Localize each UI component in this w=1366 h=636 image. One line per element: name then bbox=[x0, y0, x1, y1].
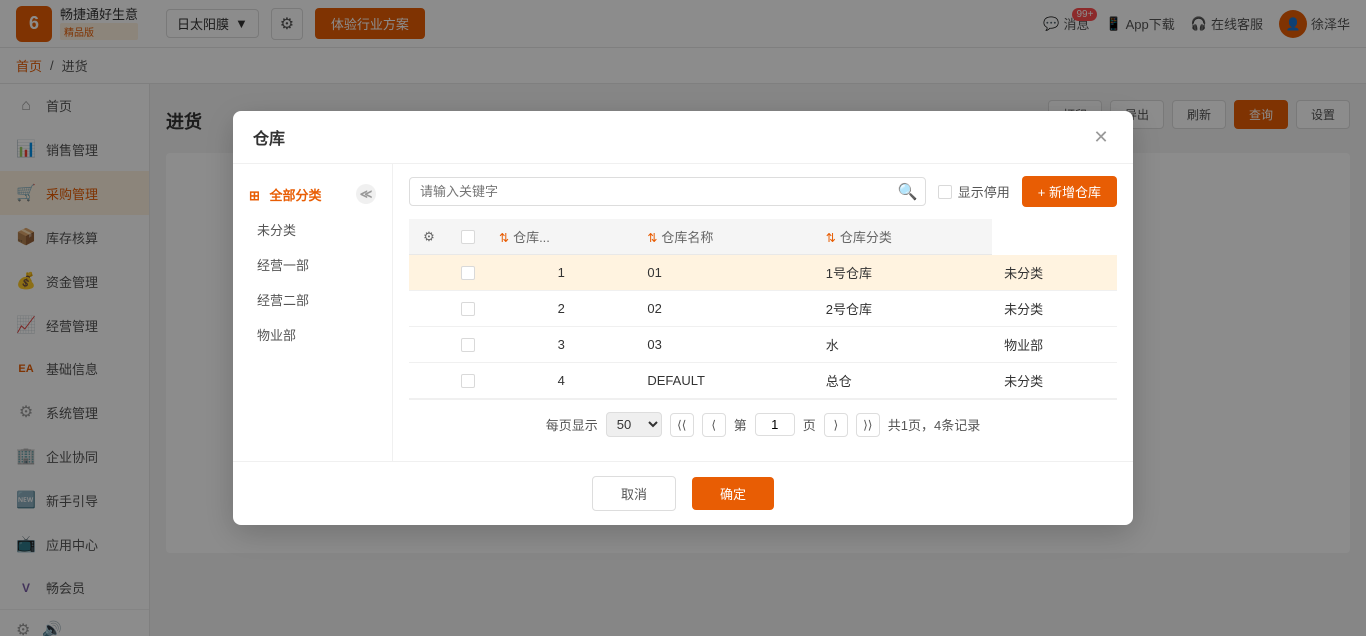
sort-icon-name: ⇅ bbox=[647, 231, 657, 245]
category-item-2[interactable]: 经营二部 bbox=[233, 282, 392, 317]
row-actions-4 bbox=[409, 363, 449, 399]
category-panel: ⊞ 全部分类 ≪ 未分类 经营一部 经营二部 物业部 bbox=[233, 164, 393, 461]
per-page-label: 每页显示 bbox=[546, 415, 598, 434]
table-row[interactable]: 3 03 水 物业部 bbox=[409, 327, 1117, 363]
modal-body: ⊞ 全部分类 ≪ 未分类 经营一部 经营二部 物业部 bbox=[233, 164, 1133, 461]
row-code-1: 01 bbox=[635, 255, 813, 291]
row-num-4: 4 bbox=[487, 363, 635, 399]
row-check-3[interactable] bbox=[449, 327, 487, 363]
show-disabled-toggle[interactable]: 显示停用 bbox=[938, 182, 1010, 201]
row-checkbox-4[interactable] bbox=[461, 374, 475, 388]
table-wrapper: ⚙ ⇅仓库... ⇅仓库名称 ⇅仓库分类 1 bbox=[409, 219, 1117, 399]
sort-icon-cat: ⇅ bbox=[826, 231, 836, 245]
row-num-1: 1 bbox=[487, 255, 635, 291]
category-label-1: 经营一部 bbox=[257, 258, 309, 273]
row-check-4[interactable] bbox=[449, 363, 487, 399]
all-category-label: 全部分类 bbox=[270, 188, 322, 203]
table-body: 1 01 1号仓库 未分类 2 02 2号仓库 bbox=[409, 255, 1117, 399]
th-code: ⇅仓库... bbox=[487, 219, 635, 255]
add-warehouse-button[interactable]: + 新增仓库 bbox=[1022, 176, 1117, 207]
category-label-2: 经营二部 bbox=[257, 293, 309, 308]
row-actions-2 bbox=[409, 291, 449, 327]
cancel-button[interactable]: 取消 bbox=[592, 476, 676, 511]
table-header: ⚙ ⇅仓库... ⇅仓库名称 ⇅仓库分类 bbox=[409, 219, 1117, 255]
category-item-1[interactable]: 经营一部 bbox=[233, 247, 392, 282]
table-row[interactable]: 4 DEFAULT 总仓 未分类 bbox=[409, 363, 1117, 399]
row-checkbox-2[interactable] bbox=[461, 302, 475, 316]
row-name-1: 1号仓库 bbox=[814, 255, 992, 291]
last-page-button[interactable]: ⟩⟩ bbox=[856, 413, 880, 437]
page-number-input[interactable] bbox=[755, 413, 795, 436]
th-name: ⇅仓库名称 bbox=[635, 219, 813, 255]
category-item-0[interactable]: 未分类 bbox=[233, 212, 392, 247]
row-cat-4: 未分类 bbox=[992, 363, 1117, 399]
row-code-2: 02 bbox=[635, 291, 813, 327]
warehouse-modal: 仓库 ✕ ⊞ 全部分类 ≪ 未分类 经营一部 bbox=[233, 111, 1133, 525]
prev-page-button[interactable]: ⟨ bbox=[702, 413, 726, 437]
grid-icon: ⊞ bbox=[249, 188, 260, 203]
modal-close-button[interactable]: ✕ bbox=[1089, 125, 1113, 149]
row-actions-1 bbox=[409, 255, 449, 291]
pagination: 每页显示 50 10 20 100 ⟨⟨ ⟨ 第 页 ⟩ ⟩⟩ 共1页，4条记录 bbox=[409, 399, 1117, 449]
row-num-3: 3 bbox=[487, 327, 635, 363]
table-row[interactable]: 2 02 2号仓库 未分类 bbox=[409, 291, 1117, 327]
table-toolbar: 🔍 显示停用 + 新增仓库 bbox=[409, 176, 1117, 207]
row-checkbox-1[interactable] bbox=[461, 266, 475, 280]
row-name-4: 总仓 bbox=[814, 363, 992, 399]
table-panel: 🔍 显示停用 + 新增仓库 ⚙ bbox=[393, 164, 1133, 461]
row-name-2: 2号仓库 bbox=[814, 291, 992, 327]
modal-footer: 取消 确定 bbox=[233, 461, 1133, 525]
th-category: ⇅仓库分类 bbox=[814, 219, 992, 255]
confirm-button[interactable]: 确定 bbox=[692, 477, 774, 510]
show-disabled-label: 显示停用 bbox=[958, 182, 1010, 201]
category-label-0: 未分类 bbox=[257, 223, 296, 238]
search-icon[interactable]: 🔍 bbox=[898, 182, 918, 202]
row-actions-3 bbox=[409, 327, 449, 363]
th-gear: ⚙ bbox=[409, 219, 449, 255]
row-check-2[interactable] bbox=[449, 291, 487, 327]
row-code-3: 03 bbox=[635, 327, 813, 363]
row-code-4: DEFAULT bbox=[635, 363, 813, 399]
th-checkbox bbox=[449, 219, 487, 255]
category-item-3[interactable]: 物业部 bbox=[233, 317, 392, 352]
row-num-2: 2 bbox=[487, 291, 635, 327]
row-cat-1: 未分类 bbox=[992, 255, 1117, 291]
next-page-button[interactable]: ⟩ bbox=[824, 413, 848, 437]
all-category-item[interactable]: ⊞ 全部分类 ≪ bbox=[233, 176, 392, 212]
page-prefix-label: 第 bbox=[734, 415, 747, 434]
page-suffix-label: 页 bbox=[803, 415, 816, 434]
warehouse-table: ⚙ ⇅仓库... ⇅仓库名称 ⇅仓库分类 1 bbox=[409, 219, 1117, 399]
modal-title: 仓库 bbox=[253, 125, 285, 149]
row-name-3: 水 bbox=[814, 327, 992, 363]
modal-overlay: 仓库 ✕ ⊞ 全部分类 ≪ 未分类 经营一部 bbox=[0, 0, 1366, 636]
modal-header: 仓库 ✕ bbox=[233, 111, 1133, 164]
show-disabled-checkbox[interactable] bbox=[938, 185, 952, 199]
per-page-select[interactable]: 50 10 20 100 bbox=[606, 412, 662, 437]
row-cat-3: 物业部 bbox=[992, 327, 1117, 363]
total-records-label: 共1页，4条记录 bbox=[888, 415, 980, 434]
select-all-checkbox[interactable] bbox=[461, 230, 475, 244]
table-row[interactable]: 1 01 1号仓库 未分类 bbox=[409, 255, 1117, 291]
row-checkbox-3[interactable] bbox=[461, 338, 475, 352]
search-input[interactable] bbox=[409, 177, 926, 206]
first-page-button[interactable]: ⟨⟨ bbox=[670, 413, 694, 437]
search-input-wrap: 🔍 bbox=[409, 177, 926, 206]
row-check-1[interactable] bbox=[449, 255, 487, 291]
row-cat-2: 未分类 bbox=[992, 291, 1117, 327]
sort-icon-code: ⇅ bbox=[499, 231, 509, 245]
collapse-panel-button[interactable]: ≪ bbox=[356, 184, 376, 204]
category-label-3: 物业部 bbox=[257, 328, 296, 343]
